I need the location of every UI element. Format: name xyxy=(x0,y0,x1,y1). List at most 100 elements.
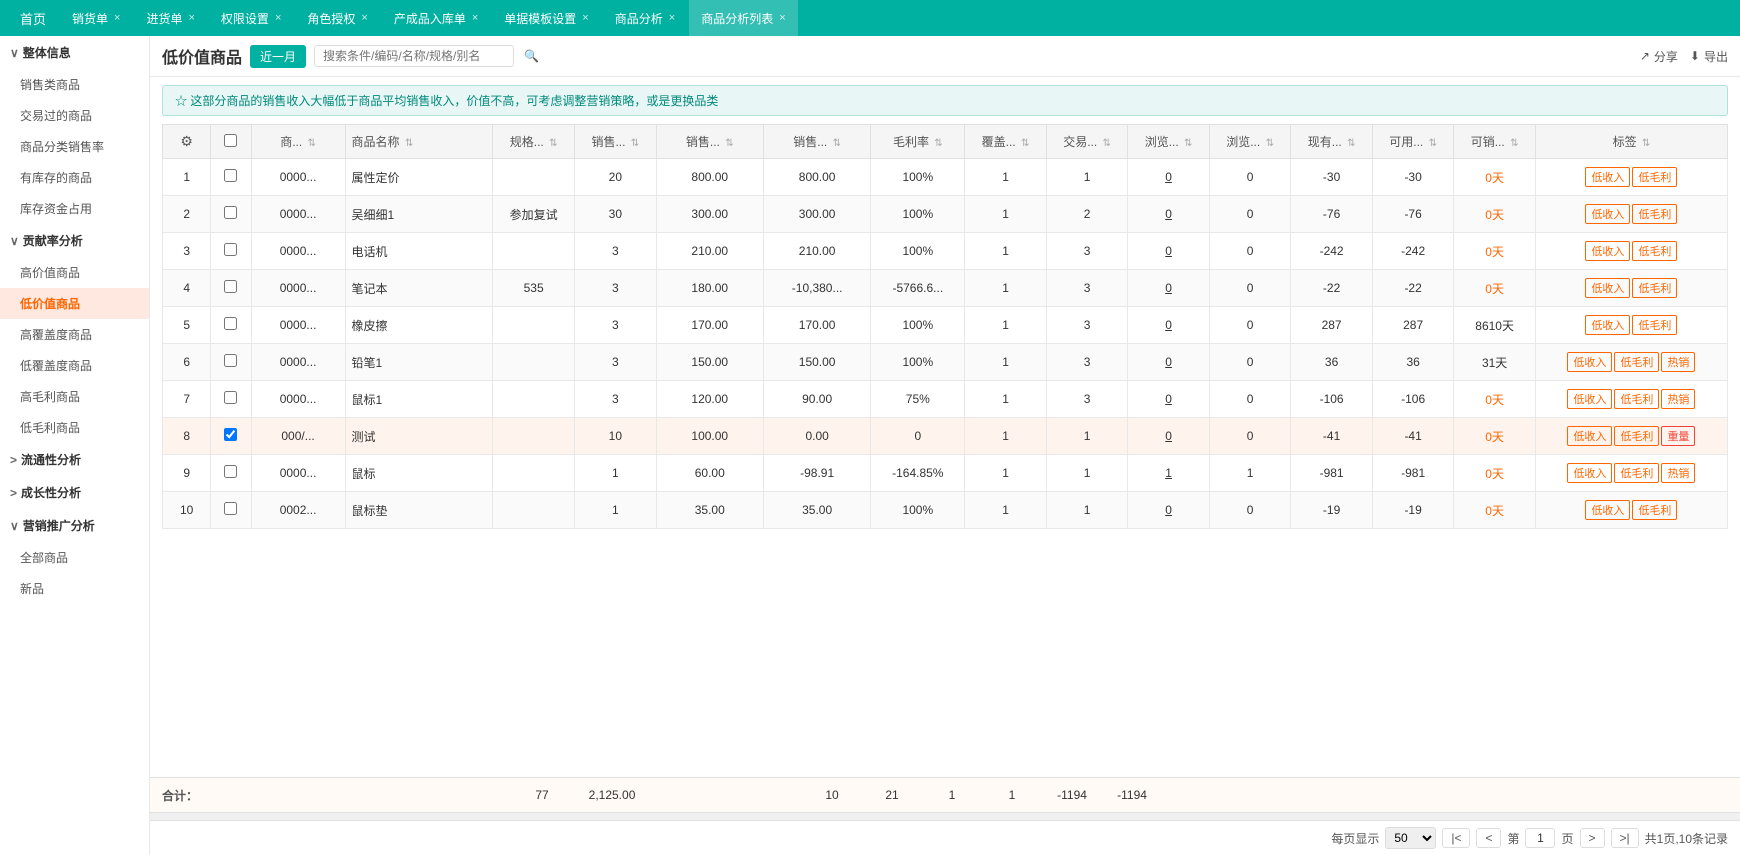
browse-link[interactable]: 0 xyxy=(1165,170,1172,184)
th-sale-amount[interactable]: 销售... ⇅ xyxy=(656,125,763,159)
th-check[interactable] xyxy=(211,125,251,159)
nav-sales[interactable]: 销货单 × xyxy=(60,0,132,36)
next-page-button[interactable]: > xyxy=(1580,828,1605,848)
th-gear[interactable]: ⚙ xyxy=(163,125,211,159)
th-code[interactable]: 商... ⇅ xyxy=(251,125,345,159)
browse-count1[interactable]: 0 xyxy=(1128,196,1210,233)
browse-count1[interactable]: 0 xyxy=(1128,233,1210,270)
th-name[interactable]: 商品名称 ⇅ xyxy=(345,125,493,159)
nav-product-analysis-list[interactable]: 商品分析列表 × xyxy=(689,0,797,36)
row-checkbox[interactable] xyxy=(211,233,251,270)
sidebar-section-overall[interactable]: ∨ 整体信息 xyxy=(0,36,149,69)
close-sales-tab[interactable]: × xyxy=(114,12,120,24)
sidebar-item-low-margin[interactable]: 低毛利商品 xyxy=(0,412,149,443)
th-sale-profit[interactable]: 销售... ⇅ xyxy=(763,125,870,159)
period-button[interactable]: 近一月 xyxy=(250,45,306,68)
browse-count1[interactable]: 0 xyxy=(1128,270,1210,307)
th-avail[interactable]: 可用... ⇅ xyxy=(1372,125,1454,159)
nav-auth-setting[interactable]: 权限设置 × xyxy=(209,0,293,36)
row-checkbox[interactable] xyxy=(211,307,251,344)
th-browse2[interactable]: 浏览... ⇅ xyxy=(1209,125,1291,159)
browse-link[interactable]: 0 xyxy=(1165,244,1172,258)
th-cover[interactable]: 覆盖... ⇅ xyxy=(965,125,1047,159)
sidebar-item-low-coverage[interactable]: 低覆盖度商品 xyxy=(0,350,149,381)
th-spec[interactable]: 规格... ⇅ xyxy=(493,125,575,159)
row-select-checkbox[interactable] xyxy=(224,391,237,404)
browse-count1[interactable]: 0 xyxy=(1128,307,1210,344)
export-button[interactable]: ⬇ 导出 xyxy=(1690,48,1728,65)
close-template-tab[interactable]: × xyxy=(582,12,588,24)
sidebar-item-stocked-products[interactable]: 有库存的商品 xyxy=(0,162,149,193)
row-checkbox[interactable] xyxy=(211,196,251,233)
sidebar-section-growth[interactable]: > 成长性分析 xyxy=(0,476,149,509)
th-tags[interactable]: 标签 ⇅ xyxy=(1535,125,1727,159)
share-button[interactable]: ↗ 分享 xyxy=(1640,48,1678,65)
close-inbound-tab[interactable]: × xyxy=(472,12,478,24)
row-select-checkbox[interactable] xyxy=(224,354,237,367)
sidebar-item-low-value[interactable]: 低价值商品 xyxy=(0,288,149,319)
select-all-checkbox[interactable] xyxy=(224,134,237,147)
row-select-checkbox[interactable] xyxy=(224,502,237,515)
row-select-checkbox[interactable] xyxy=(224,317,237,330)
th-sale-qty[interactable]: 销售... ⇅ xyxy=(575,125,657,159)
browse-count1[interactable]: 0 xyxy=(1128,381,1210,418)
gear-icon[interactable]: ⚙ xyxy=(180,133,193,149)
row-checkbox[interactable] xyxy=(211,492,251,529)
first-page-button[interactable]: |< xyxy=(1442,828,1470,848)
sidebar-item-new-products[interactable]: 新品 xyxy=(0,573,149,604)
sidebar-item-high-value[interactable]: 高价值商品 xyxy=(0,257,149,288)
nav-role-auth[interactable]: 角色授权 × xyxy=(295,0,379,36)
browse-link[interactable]: 0 xyxy=(1165,429,1172,443)
sidebar-item-traded-products[interactable]: 交易过的商品 xyxy=(0,100,149,131)
sidebar-section-marketing[interactable]: ∨ 营销推广分析 xyxy=(0,509,149,542)
close-role-tab[interactable]: × xyxy=(361,12,367,24)
browse-link[interactable]: 0 xyxy=(1165,318,1172,332)
browse-link[interactable]: 0 xyxy=(1165,281,1172,295)
browse-count1[interactable]: 0 xyxy=(1128,159,1210,196)
browse-count1[interactable]: 0 xyxy=(1128,418,1210,455)
row-checkbox[interactable] xyxy=(211,344,251,381)
nav-home[interactable]: 首页 xyxy=(8,0,58,36)
sidebar-item-category-sales-rate[interactable]: 商品分类销售率 xyxy=(0,131,149,162)
browse-link[interactable]: 0 xyxy=(1165,207,1172,221)
sidebar-item-high-margin[interactable]: 高毛利商品 xyxy=(0,381,149,412)
row-select-checkbox[interactable] xyxy=(224,280,237,293)
search-input[interactable] xyxy=(314,45,514,67)
th-margin[interactable]: 毛利率 ⇅ xyxy=(871,125,965,159)
row-select-checkbox[interactable] xyxy=(224,428,237,441)
sidebar-section-contribution[interactable]: ∨ 贡献率分析 xyxy=(0,224,149,257)
nav-product-inbound[interactable]: 产成品入库单 × xyxy=(382,0,490,36)
row-select-checkbox[interactable] xyxy=(224,243,237,256)
search-icon[interactable]: 🔍 xyxy=(524,49,539,63)
browse-link[interactable]: 0 xyxy=(1165,355,1172,369)
th-browse1[interactable]: 浏览... ⇅ xyxy=(1128,125,1210,159)
close-auth-tab[interactable]: × xyxy=(275,12,281,24)
sidebar-section-liquidity[interactable]: > 流通性分析 xyxy=(0,443,149,476)
row-checkbox[interactable] xyxy=(211,455,251,492)
nav-product-analysis[interactable]: 商品分析 × xyxy=(603,0,687,36)
row-select-checkbox[interactable] xyxy=(224,465,237,478)
sidebar-item-inventory-capital[interactable]: 库存资金占用 xyxy=(0,193,149,224)
close-analysis-list-tab[interactable]: × xyxy=(779,12,785,24)
th-stock[interactable]: 现有... ⇅ xyxy=(1291,125,1373,159)
last-page-button[interactable]: >| xyxy=(1611,828,1639,848)
close-purchase-tab[interactable]: × xyxy=(188,12,194,24)
browse-count1[interactable]: 1 xyxy=(1128,455,1210,492)
th-saleable[interactable]: 可销... ⇅ xyxy=(1454,125,1536,159)
browse-link[interactable]: 0 xyxy=(1165,503,1172,517)
row-checkbox[interactable] xyxy=(211,270,251,307)
page-size-select[interactable]: 50 100 200 xyxy=(1385,827,1436,849)
browse-link[interactable]: 1 xyxy=(1165,466,1172,480)
sidebar-item-high-coverage[interactable]: 高覆盖度商品 xyxy=(0,319,149,350)
close-analysis-tab[interactable]: × xyxy=(669,12,675,24)
row-checkbox[interactable] xyxy=(211,159,251,196)
row-select-checkbox[interactable] xyxy=(224,169,237,182)
horizontal-scrollbar[interactable] xyxy=(150,812,1740,820)
sidebar-item-sales-products[interactable]: 销售类商品 xyxy=(0,69,149,100)
nav-purchase[interactable]: 进货单 × xyxy=(134,0,206,36)
th-trade[interactable]: 交易... ⇅ xyxy=(1046,125,1128,159)
prev-page-button[interactable]: < xyxy=(1476,828,1501,848)
row-select-checkbox[interactable] xyxy=(224,206,237,219)
browse-link[interactable]: 0 xyxy=(1165,392,1172,406)
browse-count1[interactable]: 0 xyxy=(1128,344,1210,381)
